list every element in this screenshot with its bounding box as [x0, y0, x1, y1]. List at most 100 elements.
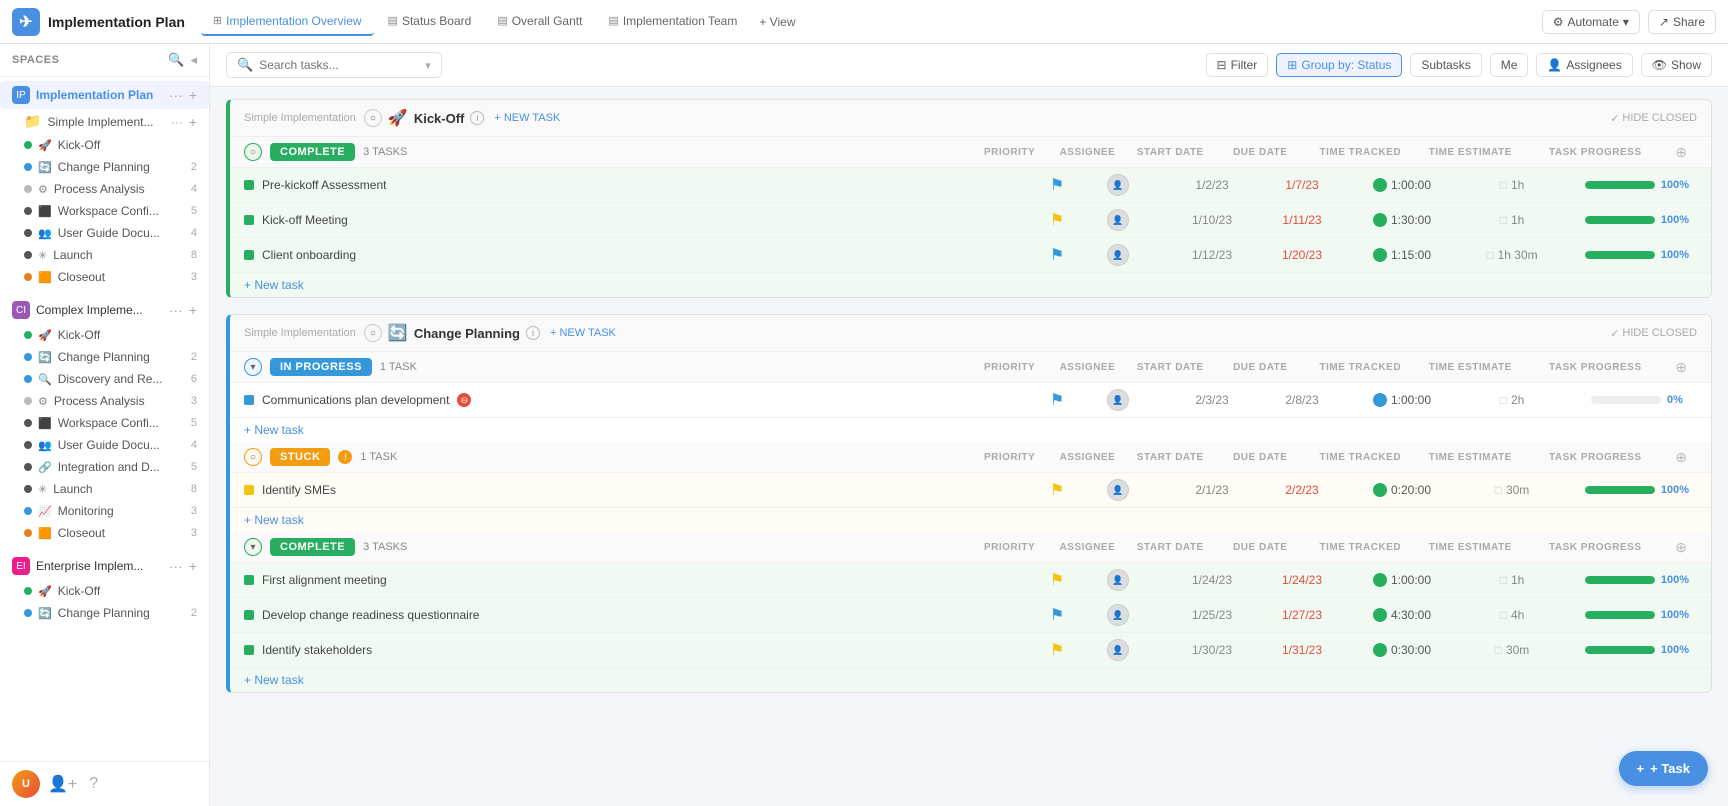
kickoff-collapse-btn[interactable]: ○ [364, 109, 382, 127]
task-due-date: 1/24/23 [1267, 573, 1337, 587]
group-by-button[interactable]: ⊞ Group by: Status [1276, 53, 1402, 77]
tab-overview[interactable]: ⊞ Implementation Overview [201, 8, 374, 36]
search-bar[interactable]: 🔍 ▾ [226, 52, 442, 78]
user-avatar[interactable]: U [12, 770, 40, 798]
search-chevron-icon[interactable]: ▾ [425, 59, 431, 72]
app-logo: ✈ [12, 8, 40, 36]
progress-bar [1585, 646, 1655, 654]
change-info-icon[interactable]: i [526, 326, 540, 340]
launch-emoji-1: ✳ [38, 249, 47, 262]
change-collapse-btn[interactable]: ○ [364, 324, 382, 342]
sidebar-item-userguide-1[interactable]: 👥 User Guide Docu... 4 [0, 222, 209, 244]
col-priority-1: PRIORITY [980, 147, 1040, 158]
table-row[interactable]: First alignment meeting ⚑ 👤 1/24/23 1/24… [230, 563, 1711, 598]
sidebar-item-process-analysis-2[interactable]: ⚙ Process Analysis 3 [0, 390, 209, 412]
group-collapse-in-progress[interactable]: ▾ [244, 358, 262, 376]
task-assignee: 👤 [1107, 244, 1157, 266]
enterprise-dots[interactable]: ··· [169, 558, 183, 574]
tab-status-board[interactable]: ▤ Status Board [376, 8, 484, 36]
sidebar-item-change-planning-3[interactable]: 🔄 Change Planning 2 [0, 602, 209, 624]
sidebar-item-closeout-2[interactable]: 🟧 Closeout 3 [0, 522, 209, 544]
me-button[interactable]: Me [1490, 53, 1529, 77]
task-name-area: Identify stakeholders [244, 643, 1027, 657]
new-task-row-in-progress[interactable]: + New task [230, 418, 1711, 442]
new-task-row-1[interactable]: + New task [230, 273, 1711, 297]
plus-icon: + [1637, 761, 1645, 776]
sidebar-section-complex: CI Complex Impleme... ··· + 🚀 Kick-Off 🔄… [0, 292, 209, 548]
space-dots-impl-plan[interactable]: ··· [169, 87, 183, 103]
sidebar-space-complex[interactable]: CI Complex Impleme... ··· + [0, 296, 209, 324]
sidebar-header: SPACES 🔍 ◂ [0, 44, 209, 77]
column-headers-3: PRIORITY ASSIGNEE START DATE DUE DATE TI… [405, 449, 1697, 466]
sidebar-item-integration[interactable]: 🔗 Integration and D... 5 [0, 456, 209, 478]
sidebar-item-change-planning-2[interactable]: 🔄 Change Planning 2 [0, 346, 209, 368]
add-view-button[interactable]: + View [751, 11, 803, 33]
new-task-row-stuck[interactable]: + New task [230, 508, 1711, 532]
sidebar-space-impl-plan[interactable]: IP Implementation Plan ··· + [0, 81, 209, 109]
help-icon[interactable]: ? [89, 775, 98, 793]
group-collapse-stuck[interactable]: ○ [244, 448, 262, 466]
sidebar-item-launch-1[interactable]: ✳ Launch 8 [0, 244, 209, 266]
change-new-task-header[interactable]: + NEW TASK [546, 325, 620, 341]
col-settings-3[interactable]: ⊕ [1675, 449, 1687, 466]
kickoff-info-icon[interactable]: i [470, 111, 484, 125]
group-collapse-complete-1[interactable]: ○ [244, 143, 262, 161]
filter-button[interactable]: ⊟ Filter [1206, 53, 1269, 77]
col-settings-1[interactable]: ⊕ [1675, 144, 1687, 161]
kickoff-new-task-header[interactable]: + NEW TASK [490, 110, 564, 126]
sidebar-item-closeout-1[interactable]: 🟧 Closeout 3 [0, 266, 209, 288]
tab-team[interactable]: ▤ Implementation Team [596, 8, 749, 36]
table-row[interactable]: Identify stakeholders ⚑ 👤 1/30/23 1/31/2… [230, 633, 1711, 668]
enterprise-add[interactable]: + [189, 558, 197, 574]
col-timetracked-4: TIME TRACKED [1315, 542, 1405, 553]
group-collapse-complete-2[interactable]: ▾ [244, 538, 262, 556]
progress-bar [1591, 396, 1661, 404]
task-start-date: 2/3/23 [1177, 393, 1247, 407]
table-row[interactable]: Identify SMEs ⚑ 👤 2/1/23 2/2/23 0 [230, 473, 1711, 508]
search-input[interactable] [259, 58, 419, 72]
share-button[interactable]: ↗ Share [1648, 10, 1716, 34]
space-add-impl-plan[interactable]: + [189, 87, 197, 103]
search-icon[interactable]: 🔍 [168, 52, 184, 68]
show-button[interactable]: 👁 Show [1641, 53, 1712, 77]
sidebar-item-change-planning-1[interactable]: 🔄 Change Planning 2 [0, 156, 209, 178]
task-name: Communications plan development [262, 393, 449, 407]
complex-dots[interactable]: ··· [169, 302, 183, 318]
table-row[interactable]: Pre-kickoff Assessment ⚑ 👤 1/2/23 1/7/23 [230, 168, 1711, 203]
kickoff-hide-btn[interactable]: ✓ HIDE CLOSED [1610, 112, 1697, 125]
add-task-button[interactable]: + + Task [1619, 751, 1708, 786]
add-member-icon[interactable]: 👤+ [48, 774, 77, 794]
table-row[interactable]: Develop change readiness questionnaire ⚑… [230, 598, 1711, 633]
progress-fill [1585, 216, 1655, 224]
table-row[interactable]: Client onboarding ⚑ 👤 1/12/23 1/20/23 [230, 238, 1711, 273]
badge-stuck: STUCK [270, 448, 330, 466]
sidebar-item-process-analysis-1[interactable]: ⚙ Process Analysis 4 [0, 178, 209, 200]
subtasks-button[interactable]: Subtasks [1410, 53, 1481, 77]
sidebar-item-userguide-2[interactable]: 👥 User Guide Docu... 4 [0, 434, 209, 456]
sidebar-item-workspace-2[interactable]: ⬛ Workspace Confi... 5 [0, 412, 209, 434]
complex-add[interactable]: + [189, 302, 197, 318]
sidebar-item-kickoff-2[interactable]: 🚀 Kick-Off [0, 324, 209, 346]
sidebar-item-kickoff-1[interactable]: 🚀 Kick-Off [0, 134, 209, 156]
sidebar-item-workspace-1[interactable]: ⬛ Workspace Confi... 5 [0, 200, 209, 222]
new-task-row-complete-2[interactable]: + New task [230, 668, 1711, 692]
task-time-tracked: 0:30:00 [1357, 643, 1447, 657]
sidebar-space-enterprise[interactable]: EI Enterprise Implem... ··· + [0, 552, 209, 580]
folder-add[interactable]: + [189, 114, 197, 130]
col-settings-4[interactable]: ⊕ [1675, 539, 1687, 556]
assignees-button[interactable]: 👤 Assignees [1536, 53, 1632, 77]
collapse-icon[interactable]: ◂ [190, 52, 197, 68]
clock-icon: □ [1486, 248, 1493, 262]
col-settings-2[interactable]: ⊕ [1675, 359, 1687, 376]
folder-dots[interactable]: ··· [171, 115, 183, 129]
tab-gantt[interactable]: ▤ Overall Gantt [485, 8, 594, 36]
sidebar-item-launch-2[interactable]: ✳ Launch 8 [0, 478, 209, 500]
sidebar-item-kickoff-3[interactable]: 🚀 Kick-Off [0, 580, 209, 602]
sidebar-item-simple-impl[interactable]: 📁 Simple Implement... ··· + [0, 109, 209, 134]
change-hide-btn[interactable]: ✓ HIDE CLOSED [1610, 327, 1697, 340]
automate-button[interactable]: ⚙ Automate ▾ [1542, 10, 1640, 34]
table-row[interactable]: Kick-off Meeting ⚑ 👤 1/10/23 1/11/23 [230, 203, 1711, 238]
table-row[interactable]: Communications plan development ⊖ ⚑ 👤 2/… [230, 383, 1711, 418]
sidebar-item-monitoring[interactable]: 📈 Monitoring 3 [0, 500, 209, 522]
sidebar-item-discovery[interactable]: 🔍 Discovery and Re... 6 [0, 368, 209, 390]
